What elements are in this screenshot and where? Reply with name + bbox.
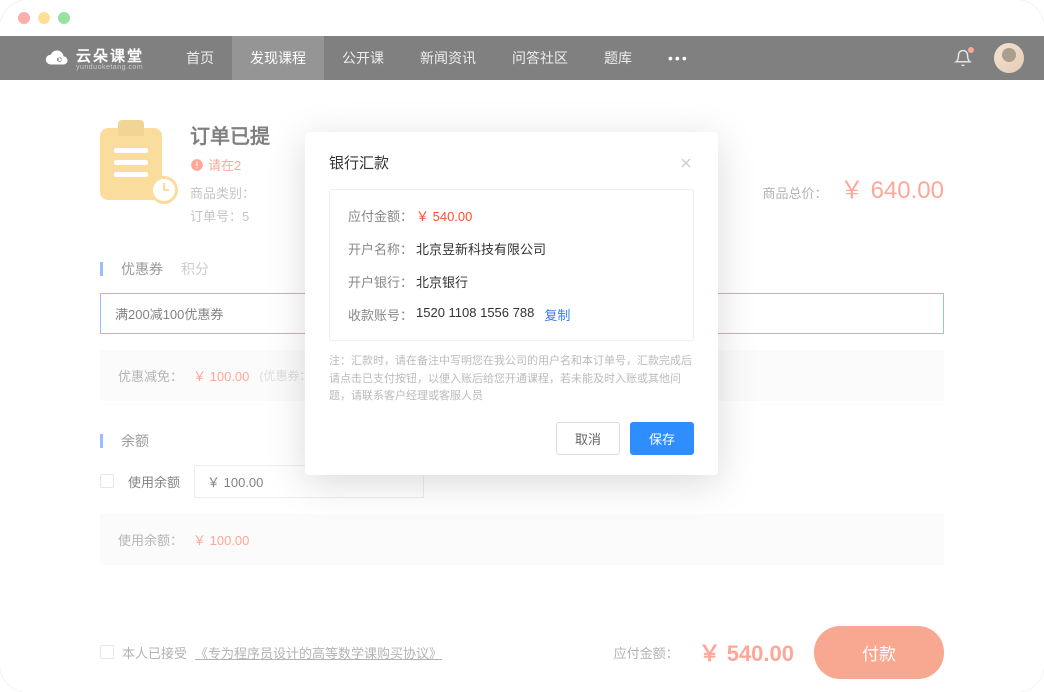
account-name-value: 北京昱新科技有限公司 <box>416 239 546 258</box>
account-no-label: 收款账号： <box>348 305 416 324</box>
modal-body: 应付金额： ￥ 540.00 开户名称： 北京昱新科技有限公司 开户银行： 北京… <box>329 189 694 341</box>
save-button[interactable]: 保存 <box>630 422 694 455</box>
cancel-button[interactable]: 取消 <box>556 422 620 455</box>
amount-value: ￥ 540.00 <box>416 206 472 225</box>
amount-label: 应付金额： <box>348 206 416 225</box>
account-name-label: 开户名称： <box>348 239 416 258</box>
modal-note: 注：汇款时，请在备注中写明您在我公司的用户名和本订单号，汇款完成后请点击已支付按… <box>329 353 694 406</box>
close-icon[interactable] <box>678 155 694 171</box>
bank-transfer-modal: 银行汇款 应付金额： ￥ 540.00 开户名称： 北京昱新科技有限公司 开户银… <box>305 132 718 475</box>
copy-link[interactable]: 复制 <box>544 305 570 324</box>
modal-title: 银行汇款 <box>329 152 389 173</box>
account-no-value: 1520 1108 1556 788 <box>416 305 534 324</box>
bank-label: 开户银行： <box>348 272 416 291</box>
bank-value: 北京银行 <box>416 272 468 291</box>
